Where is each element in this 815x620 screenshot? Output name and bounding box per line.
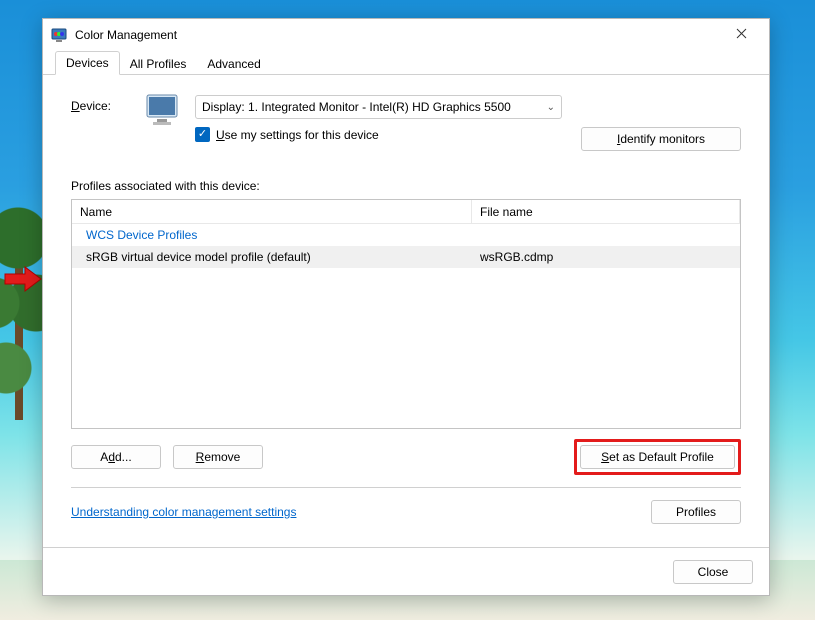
tab-strip: Devices All Profiles Advanced	[43, 51, 769, 75]
identify-monitors-button[interactable]: Identify monitors	[581, 127, 741, 151]
device-select-value: Display: 1. Integrated Monitor - Intel(R…	[202, 100, 511, 114]
device-controls: Display: 1. Integrated Monitor - Intel(R…	[195, 95, 562, 142]
close-button[interactable]	[721, 21, 761, 49]
column-file[interactable]: File name	[472, 200, 740, 223]
tab-content: Device: Display: 1. Integrated Monitor -…	[43, 75, 769, 547]
tab-devices[interactable]: Devices	[55, 51, 120, 75]
dialog-footer: Close	[43, 547, 769, 595]
window-title: Color Management	[75, 28, 177, 42]
divider	[71, 487, 741, 488]
device-select[interactable]: Display: 1. Integrated Monitor - Intel(R…	[195, 95, 562, 119]
profile-item-name: sRGB virtual device model profile (defau…	[72, 246, 472, 268]
understanding-link[interactable]: Understanding color management settings	[71, 505, 296, 519]
list-header: Name File name	[72, 200, 740, 224]
device-row: Device: Display: 1. Integrated Monitor -…	[71, 95, 741, 151]
monitor-icon	[145, 93, 181, 127]
app-icon	[51, 27, 67, 43]
desktop-background: Color Management Devices All Profiles Ad…	[0, 0, 815, 620]
annotation-highlight: Set as Default Profile	[574, 439, 741, 475]
profiles-section-label: Profiles associated with this device:	[71, 179, 741, 193]
profile-button-row: Add... Remove Set as Default Profile	[71, 439, 741, 475]
close-icon	[736, 28, 747, 42]
profiles-list[interactable]: Name File name WCS Device Profiles sRGB …	[71, 199, 741, 429]
tab-advanced[interactable]: Advanced	[196, 52, 271, 75]
use-settings-checkbox-row[interactable]: ✓ Use my settings for this device	[195, 127, 562, 142]
add-button[interactable]: Add...	[71, 445, 161, 469]
close-dialog-button[interactable]: Close	[673, 560, 753, 584]
device-label: Device:	[71, 95, 131, 113]
titlebar[interactable]: Color Management	[43, 19, 769, 51]
profile-item[interactable]: sRGB virtual device model profile (defau…	[72, 246, 740, 268]
device-right-col: Identify monitors	[576, 95, 741, 151]
remove-button[interactable]: Remove	[173, 445, 263, 469]
profile-group[interactable]: WCS Device Profiles	[72, 224, 740, 246]
chevron-down-icon: ⌄	[547, 102, 555, 113]
tab-all-profiles[interactable]: All Profiles	[119, 52, 198, 75]
color-management-window: Color Management Devices All Profiles Ad…	[42, 18, 770, 596]
column-name[interactable]: Name	[72, 200, 472, 223]
profile-item-file: wsRGB.cdmp	[472, 246, 740, 268]
use-settings-label: Use my settings for this device	[216, 128, 379, 142]
profiles-button[interactable]: Profiles	[651, 500, 741, 524]
checkbox-checked-icon: ✓	[195, 127, 210, 142]
set-default-button[interactable]: Set as Default Profile	[580, 445, 735, 469]
